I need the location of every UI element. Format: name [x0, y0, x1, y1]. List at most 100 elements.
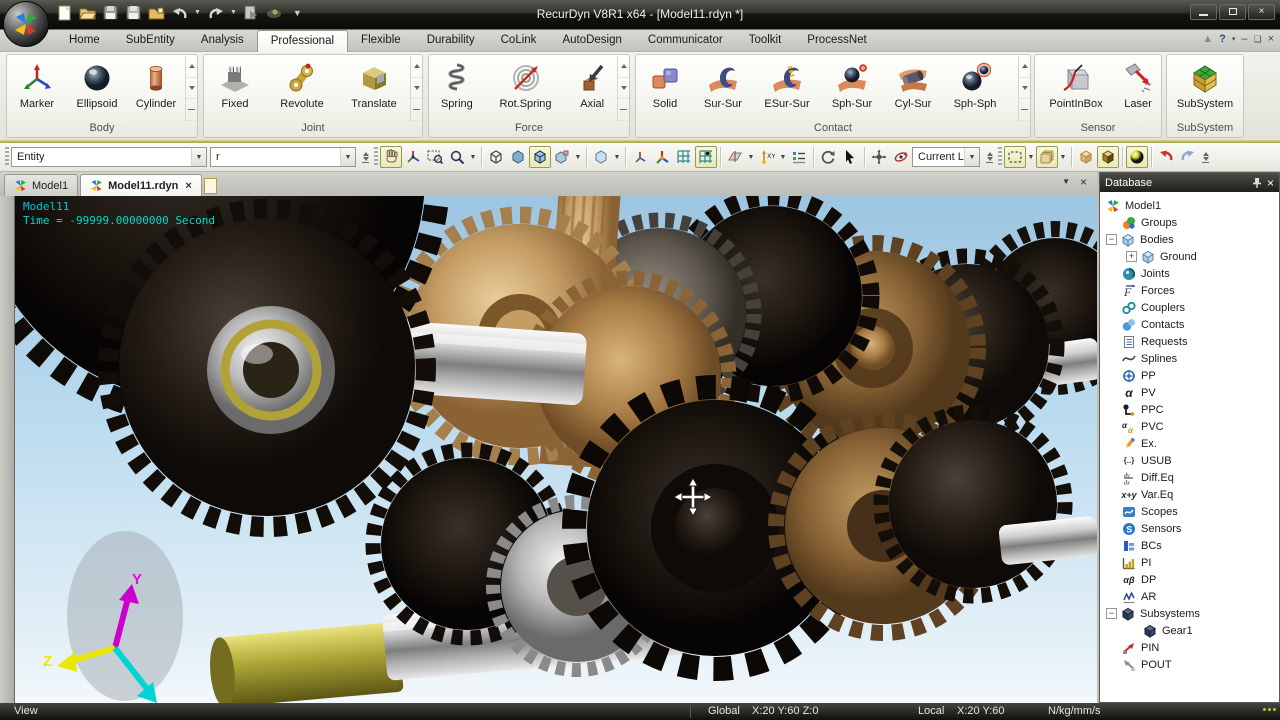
rotate-view-button[interactable] [890, 146, 912, 168]
tree-item-ar[interactable]: AR [1100, 588, 1279, 605]
sph-sur-contact-button[interactable]: Sph-Sur [821, 56, 883, 121]
3d-viewport[interactable]: Y Z X Model11 Time = -99999.00000000 Sec… [14, 196, 1097, 703]
wireframe-button[interactable] [485, 146, 507, 168]
save-as-icon[interactable] [125, 4, 142, 21]
select-rect-button[interactable] [1004, 146, 1026, 168]
tab-processnet[interactable]: ProcessNet [794, 30, 879, 52]
toolbar-grip3[interactable] [998, 147, 1002, 167]
tree-item-pin[interactable]: PIN [1100, 639, 1279, 656]
axial-force-button[interactable]: Axial [567, 56, 617, 121]
expand-expander-icon[interactable]: + [1126, 251, 1137, 262]
tree-item-requests[interactable]: Requests [1100, 333, 1279, 350]
undo-dropdown-icon[interactable]: ▼ [194, 9, 201, 16]
body-group-scroll[interactable] [185, 56, 197, 122]
toolbar-overflow[interactable] [359, 146, 372, 168]
doc-tab-model11[interactable]: Model11.rdyn × [80, 174, 202, 196]
save-icon[interactable] [102, 4, 119, 21]
tab-autodesign[interactable]: AutoDesign [549, 30, 634, 52]
solid-contact-button[interactable]: Solid [637, 56, 693, 121]
tree-item-bodies[interactable]: − Bodies [1100, 231, 1279, 248]
tree-item-subsystems[interactable]: − Subsystems [1100, 605, 1279, 622]
center-view-button[interactable] [868, 146, 890, 168]
view-redo-button[interactable] [1177, 146, 1199, 168]
laser-sensor-button[interactable]: Laser [1116, 56, 1160, 121]
application-menu-button[interactable] [3, 1, 49, 47]
import-icon[interactable] [148, 4, 165, 21]
collapse-expander-icon[interactable]: − [1106, 608, 1117, 619]
zoom-dropdown-icon[interactable]: ▼ [468, 146, 478, 168]
translate-joint-button[interactable]: Translate [339, 56, 409, 121]
help-icon[interactable]: ? [1219, 33, 1226, 45]
layers-stack-dropdown-icon[interactable]: ▼ [1058, 146, 1068, 168]
ellipsoid-button[interactable]: Ellipsoid [66, 56, 128, 121]
tree-item-ppc[interactable]: PPC [1100, 401, 1279, 418]
tab-flexible[interactable]: Flexible [348, 30, 414, 52]
revolute-joint-button[interactable]: Revolute [265, 56, 339, 121]
grid-snap-button[interactable] [695, 146, 717, 168]
collapse-expander-icon[interactable]: − [1106, 234, 1117, 245]
render-extra-button[interactable] [551, 146, 573, 168]
pan-tool-button[interactable] [380, 146, 402, 168]
subsystem-button[interactable]: SubSystem [1168, 56, 1242, 121]
tab-durability[interactable]: Durability [414, 30, 488, 52]
mdi-close-icon[interactable]: × [1268, 33, 1274, 45]
joint-group-scroll[interactable] [410, 56, 422, 122]
refresh-button[interactable] [817, 146, 839, 168]
tree-item-pi[interactable]: PI [1100, 554, 1279, 571]
tree-item-sensors[interactable]: S Sensors [1100, 520, 1279, 537]
layer-dropdown[interactable]: Current La ▼ [912, 147, 980, 167]
point-in-box-button[interactable]: PointInBox [1036, 56, 1116, 121]
help-dropdown-icon[interactable]: ▾ [1232, 35, 1236, 43]
shaded-edges-button[interactable] [529, 146, 551, 168]
minimize-button[interactable] [1190, 4, 1217, 20]
fixed-joint-button[interactable]: Fixed [205, 56, 265, 121]
close-button[interactable]: × [1248, 4, 1275, 20]
spring-force-button[interactable]: Spring [430, 56, 484, 121]
tree-item-forces[interactable]: F Forces [1100, 282, 1279, 299]
tree-item-ex[interactable]: Ex. [1100, 435, 1279, 452]
tab-subentity[interactable]: SubEntity [113, 30, 188, 52]
tree-item-vareq[interactable]: x+y Var.Eq [1100, 486, 1279, 503]
triad-color-button[interactable] [651, 146, 673, 168]
sph-sph-contact-button[interactable]: Sph-Sph [943, 56, 1007, 121]
rot-spring-force-button[interactable]: Rot.Spring [484, 56, 568, 121]
rotate-tool-button[interactable] [402, 146, 424, 168]
box-dark-button[interactable] [1097, 146, 1119, 168]
tree-item-pv[interactable]: α PV [1100, 384, 1279, 401]
doc-tab-model1[interactable]: Model1 [4, 174, 79, 196]
tab-toolkit[interactable]: Toolkit [736, 30, 795, 52]
render-extra-dropdown-icon[interactable]: ▼ [573, 146, 583, 168]
resize-grip[interactable] [1263, 708, 1277, 711]
tree-item-gear1[interactable]: Gear1 [1100, 622, 1279, 639]
open-file-icon[interactable] [79, 4, 96, 21]
toolbar-overflow2[interactable] [983, 146, 996, 168]
grid-button[interactable] [673, 146, 695, 168]
entity-type-dropdown[interactable]: Entity ▼ [11, 147, 207, 167]
doc-tab-list-icon[interactable]: ▼ [1062, 177, 1070, 187]
tree-item-bcs[interactable]: BCs [1100, 537, 1279, 554]
cylinder-button[interactable]: Cylinder [128, 56, 184, 121]
collapse-ribbon-icon[interactable]: ▲ [1202, 33, 1213, 45]
view-undo-button[interactable] [1155, 146, 1177, 168]
select-rect-dropdown-icon[interactable]: ▼ [1026, 146, 1036, 168]
tree-item-dp[interactable]: αβ DP [1100, 571, 1279, 588]
tree-item-model1[interactable]: Model1 [1100, 197, 1279, 214]
tree-item-pvc[interactable]: αα PVC [1100, 418, 1279, 435]
simulate-icon[interactable] [266, 4, 283, 21]
force-group-scroll[interactable] [617, 56, 629, 122]
sur-sur-contact-button[interactable]: Sur-Sur [693, 56, 753, 121]
tree-item-diffeq[interactable]: dy dx Diff.Eq [1100, 469, 1279, 486]
tree-item-splines[interactable]: Splines [1100, 350, 1279, 367]
work-plane-button[interactable] [724, 146, 746, 168]
tree-item-groups[interactable]: Groups [1100, 214, 1279, 231]
toolbar-grip2[interactable] [374, 147, 378, 167]
work-plane-dropdown-icon[interactable]: ▼ [746, 146, 756, 168]
plane-xy-dropdown-icon[interactable]: ▼ [778, 146, 788, 168]
tree-item-usub[interactable]: {..} USUB [1100, 452, 1279, 469]
shading-sphere-button[interactable] [1126, 146, 1148, 168]
tree-item-contacts[interactable]: Contacts [1100, 316, 1279, 333]
redo-dropdown-icon[interactable]: ▼ [230, 9, 237, 16]
tree-item-joints[interactable]: Joints [1100, 265, 1279, 282]
doc-tab-close-icon[interactable]: × [185, 180, 191, 192]
tree-item-couplers[interactable]: Couplers [1100, 299, 1279, 316]
